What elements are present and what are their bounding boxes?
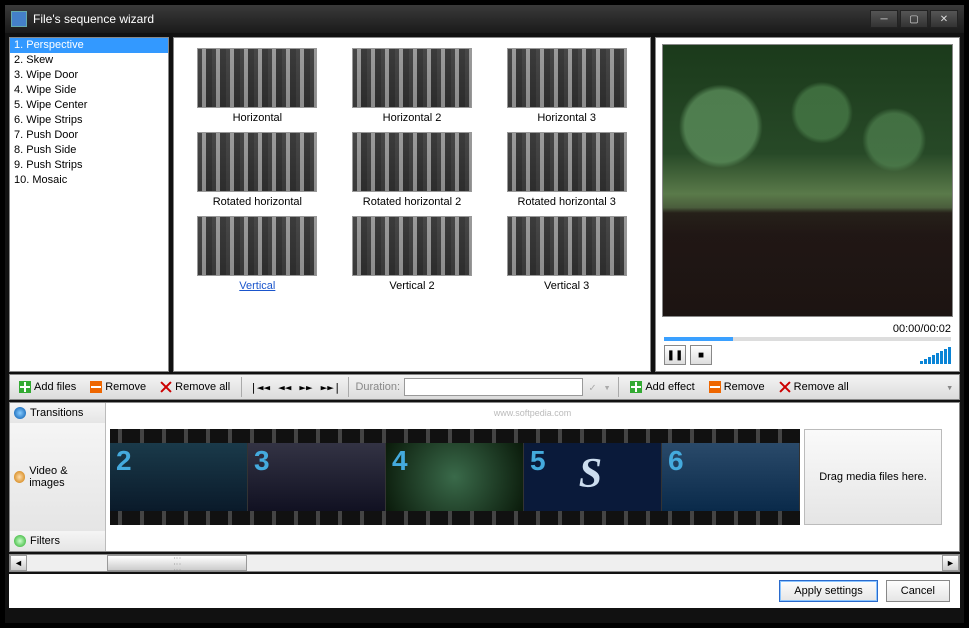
footer: Apply settings Cancel	[9, 574, 960, 608]
preview-panel: 00:00/00:02 ❚❚ ■	[655, 37, 960, 372]
filters-icon	[14, 535, 26, 547]
thumbnail-image	[507, 216, 627, 276]
x-icon	[160, 381, 172, 393]
thumbnail-label: Rotated horizontal 2	[363, 196, 461, 208]
remove-all-files-button[interactable]: Remove all	[155, 378, 235, 396]
volume-indicator[interactable]	[920, 347, 951, 364]
category-item[interactable]: 5. Wipe Center	[10, 98, 168, 113]
app-icon	[11, 11, 27, 27]
timeline-clip[interactable]: 5	[524, 443, 662, 511]
thumbnail-image	[352, 132, 472, 192]
thumbnail-label: Vertical 2	[389, 280, 434, 292]
category-item[interactable]: 1. Perspective	[10, 38, 168, 53]
category-item[interactable]: 6. Wipe Strips	[10, 113, 168, 128]
thumbnail-image	[507, 132, 627, 192]
thumbnail-label: Vertical 3	[544, 280, 589, 292]
preview-progress[interactable]	[664, 337, 951, 341]
cancel-button[interactable]: Cancel	[886, 580, 950, 602]
duration-dropdown-icon[interactable]: ▾	[602, 381, 613, 394]
filters-track-label[interactable]: Filters	[10, 531, 106, 551]
thumbnail-image	[507, 48, 627, 108]
category-item[interactable]: 9. Push Strips	[10, 158, 168, 173]
thumbnail-image	[197, 216, 317, 276]
thumbnail-label: Horizontal 2	[383, 112, 442, 124]
transitions-track-label[interactable]: Transitions	[10, 403, 106, 423]
video-track[interactable]: 23456 Drag media files here.	[106, 423, 959, 531]
thumbnail-grid[interactable]: Horizontal Horizontal 2 Horizontal 3 Rotate…	[173, 37, 651, 372]
close-button[interactable]: ✕	[930, 10, 958, 28]
plus-icon	[630, 381, 642, 393]
timeline-clip[interactable]: 2	[110, 443, 248, 511]
thumbnail-image	[197, 48, 317, 108]
duration-label: Duration:	[355, 381, 400, 393]
scroll-thumb[interactable]	[107, 555, 247, 571]
files-toolbar: Add files Remove Remove all |◄◄ ◄◄ ►► ►►…	[9, 374, 960, 400]
preview-video[interactable]	[662, 44, 953, 317]
thumbnail-label: Rotated horizontal 3	[517, 196, 615, 208]
transition-thumbnail[interactable]: Rotated horizontal 2	[337, 130, 488, 210]
filters-track[interactable]	[106, 531, 959, 551]
timeline-scrollbar[interactable]: ◄ ►	[9, 554, 960, 572]
transition-thumbnail[interactable]: Rotated horizontal 3	[491, 130, 642, 210]
next-button[interactable]: ►►	[297, 381, 314, 394]
window-title: File's sequence wizard	[33, 12, 870, 26]
category-item[interactable]: 7. Push Door	[10, 128, 168, 143]
dropzone[interactable]: Drag media files here.	[804, 429, 942, 525]
minus-icon	[709, 381, 721, 393]
transition-thumbnail[interactable]: Horizontal	[182, 46, 333, 126]
x-icon	[779, 381, 791, 393]
video-track-label[interactable]: Video & images	[10, 423, 106, 531]
transitions-icon	[14, 407, 26, 419]
transitions-track[interactable]: www.softpedia.com	[106, 403, 959, 423]
thumbnail-image	[352, 48, 472, 108]
timeline-clip[interactable]: 3	[248, 443, 386, 511]
apply-settings-button[interactable]: Apply settings	[779, 580, 877, 602]
stop-button[interactable]: ■	[690, 345, 712, 365]
first-button[interactable]: |◄◄	[248, 381, 272, 394]
preview-time: 00:00/00:02	[656, 323, 959, 337]
category-item[interactable]: 10. Mosaic	[10, 173, 168, 188]
thumbnail-image	[352, 216, 472, 276]
titlebar[interactable]: File's sequence wizard ─ ▢ ✕	[5, 5, 964, 33]
add-files-button[interactable]: Add files	[14, 378, 81, 396]
category-item[interactable]: 3. Wipe Door	[10, 68, 168, 83]
thumbnail-label: Horizontal	[233, 112, 283, 124]
category-item[interactable]: 8. Push Side	[10, 143, 168, 158]
maximize-button[interactable]: ▢	[900, 10, 928, 28]
add-effect-button[interactable]: Add effect	[625, 378, 699, 396]
remove-all-effects-button[interactable]: Remove all	[774, 378, 854, 396]
minus-icon	[90, 381, 102, 393]
category-item[interactable]: 4. Wipe Side	[10, 83, 168, 98]
prev-button[interactable]: ◄◄	[276, 381, 293, 394]
thumbnail-label: Rotated horizontal	[213, 196, 302, 208]
minimize-button[interactable]: ─	[870, 10, 898, 28]
timeline: Transitions www.softpedia.com Video & im…	[9, 402, 960, 552]
transition-thumbnail[interactable]: Vertical 3	[491, 214, 642, 294]
category-list[interactable]: 1. Perspective2. Skew3. Wipe Door4. Wipe…	[9, 37, 169, 372]
scroll-left-button[interactable]: ◄	[10, 555, 27, 571]
remove-file-button[interactable]: Remove	[85, 378, 151, 396]
scroll-right-button[interactable]: ►	[942, 555, 959, 571]
pause-button[interactable]: ❚❚	[664, 345, 686, 365]
video-icon	[14, 471, 25, 483]
app-window: File's sequence wizard ─ ▢ ✕ 1. Perspect…	[4, 4, 965, 624]
transition-thumbnail[interactable]: Rotated horizontal	[182, 130, 333, 210]
thumbnail-label: Vertical	[239, 280, 275, 292]
remove-effect-button[interactable]: Remove	[704, 378, 770, 396]
transition-thumbnail[interactable]: Horizontal 2	[337, 46, 488, 126]
transition-thumbnail[interactable]: Vertical	[182, 214, 333, 294]
duration-input[interactable]	[404, 378, 583, 396]
duration-apply-icon[interactable]: ✓	[587, 381, 598, 394]
effects-dropdown-icon[interactable]: ▾	[944, 381, 955, 394]
transition-thumbnail[interactable]: Vertical 2	[337, 214, 488, 294]
plus-icon	[19, 381, 31, 393]
thumbnail-label: Horizontal 3	[537, 112, 596, 124]
last-button[interactable]: ►►|	[319, 381, 343, 394]
category-item[interactable]: 2. Skew	[10, 53, 168, 68]
thumbnail-image	[197, 132, 317, 192]
timeline-clip[interactable]: 4	[386, 443, 524, 511]
timeline-clip[interactable]: 6	[662, 443, 800, 511]
transition-thumbnail[interactable]: Horizontal 3	[491, 46, 642, 126]
